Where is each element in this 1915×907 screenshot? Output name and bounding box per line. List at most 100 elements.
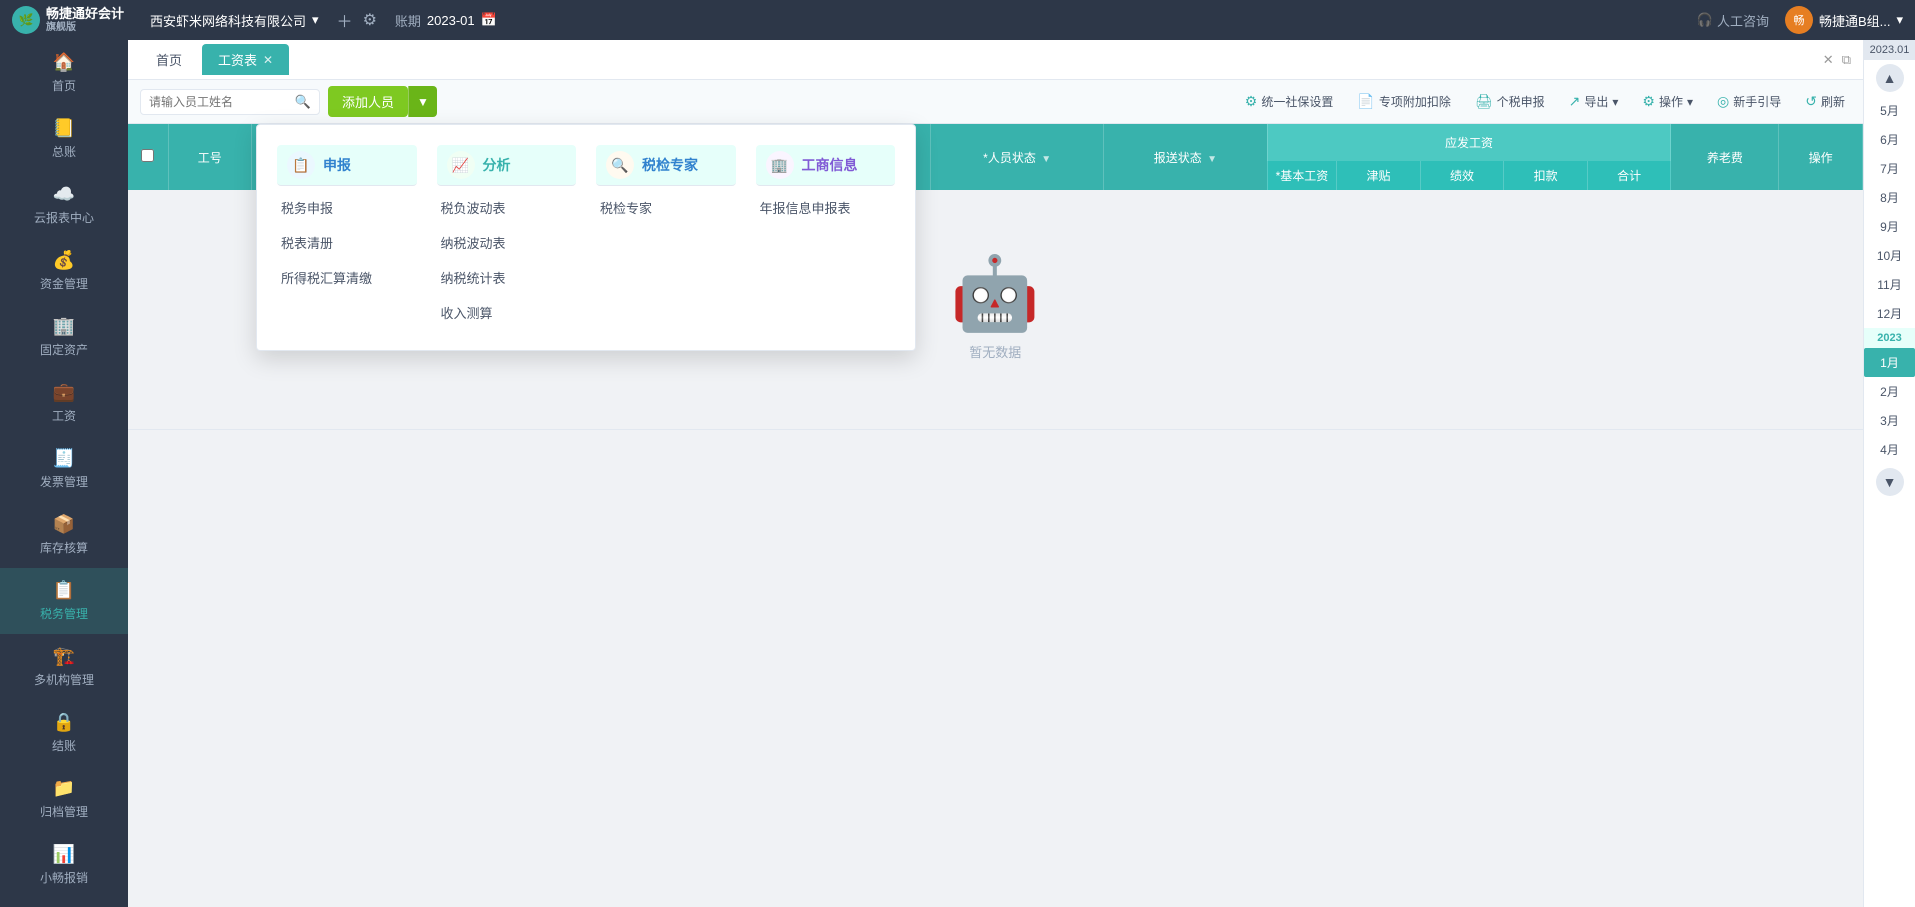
sidebar-item-home[interactable]: 🏠 首页 <box>0 40 128 106</box>
invoice-icon: 🧾 <box>53 448 75 469</box>
sidebar-item-settings[interactable]: ⚙️ 基础设置 <box>0 898 128 907</box>
empty-text: 暂无数据 <box>969 342 1021 361</box>
sidebar-item-multi-org[interactable]: 🏗️ 多机构管理 <box>0 634 128 700</box>
social-insurance-btn[interactable]: ⚙ 统一社保设置 <box>1239 89 1340 114</box>
sidebar-item-inventory[interactable]: 📦 库存核算 <box>0 502 128 568</box>
menu-item-tax-statistics[interactable]: 纳税统计表 <box>437 260 577 295</box>
cal-month-8[interactable]: 8月 <box>1864 183 1915 212</box>
home-icon: 🏠 <box>53 52 75 73</box>
calendar-prev-icon[interactable]: ▲ <box>1876 64 1904 92</box>
menu-item-tax-declaration[interactable]: 税务申报 <box>277 190 417 225</box>
select-all-checkbox[interactable] <box>141 149 154 162</box>
menu-item-tax-burden[interactable]: 税负波动表 <box>437 190 577 225</box>
cal-month-2[interactable]: 2月 <box>1864 377 1915 406</box>
cal-month-3[interactable]: 3月 <box>1864 406 1915 435</box>
cal-month-4[interactable]: 4月 <box>1864 435 1915 464</box>
toolbar: 🔍 添加人员 ▼ ⚙ 统一社保设置 📄 专项附加扣除 🖨 <box>128 80 1863 124</box>
cal-month-6[interactable]: 6月 <box>1864 125 1915 154</box>
search-input[interactable] <box>149 95 289 109</box>
col-deduction: 扣款 <box>1504 161 1588 190</box>
menu-item-tax-payment[interactable]: 纳税波动表 <box>437 225 577 260</box>
calendar-icon[interactable]: 📅 <box>481 12 497 28</box>
cal-month-1[interactable]: 1月 <box>1864 348 1915 377</box>
logo-area: 🌿 畅捷通好会计 旗舰版 <box>12 6 132 34</box>
guide-btn[interactable]: ◎ 新手引导 <box>1711 89 1787 114</box>
company-selector[interactable]: 西安虾米网络科技有限公司 ▾ <box>142 7 327 34</box>
calendar-next-icon[interactable]: ▼ <box>1876 468 1904 496</box>
tax-report-btn[interactable]: 🖨 个税申报 <box>1469 89 1551 114</box>
sidebar-item-archive[interactable]: 📁 归档管理 <box>0 766 128 832</box>
window-restore-icon[interactable]: ⧉ <box>1842 52 1851 68</box>
col-checkbox[interactable] <box>128 124 168 190</box>
search-icon: 🔍 <box>295 94 311 110</box>
cloud-icon: ☁️ <box>53 184 75 205</box>
menu-cat-header-declaration: 📋 申报 <box>277 145 417 186</box>
sidebar-item-close[interactable]: 🔒 结账 <box>0 700 128 766</box>
col-report-status[interactable]: 报送状态 ▼ <box>1104 124 1267 190</box>
cal-month-7[interactable]: 7月 <box>1864 154 1915 183</box>
special-deduct-btn[interactable]: 📄 专项附加扣除 <box>1351 89 1456 114</box>
tab-home-label: 首页 <box>156 50 182 69</box>
user-info[interactable]: 畅 畅捷通B组... ▾ <box>1785 6 1903 34</box>
right-panel: 2023.01 ▲ 5月 6月 7月 8月 9月 10月 11月 12月 202… <box>1863 40 1915 907</box>
report-filter-icon[interactable]: ▼ <box>1207 154 1217 165</box>
tab-salary[interactable]: 工资表 ✕ <box>202 44 289 75</box>
sidebar-label-multi-org: 多机构管理 <box>34 671 94 688</box>
menu-item-income-tax-calc[interactable]: 所得税汇算清缴 <box>277 260 417 295</box>
menu-item-tax-table[interactable]: 税表清册 <box>277 225 417 260</box>
cal-month-10[interactable]: 10月 <box>1864 241 1915 270</box>
sidebar-label-inventory: 库存核算 <box>40 539 88 556</box>
tab-close-icon[interactable]: ✕ <box>263 53 273 67</box>
menu-item-annual-report[interactable]: 年报信息申报表 <box>756 190 896 225</box>
sidebar-label-tax: 税务管理 <box>40 605 88 622</box>
refresh-label: 刷新 <box>1821 93 1845 110</box>
customer-service-btn[interactable]: 🎧 人工咨询 <box>1697 11 1769 30</box>
top-header: 🌿 畅捷通好会计 旗舰版 西安虾米网络科技有限公司 ▾ ＋ ⚙ 账期 2023-… <box>0 0 1915 40</box>
main-layout: 🏠 首页 📒 总账 ☁️ 云报表中心 💰 资金管理 🏢 固定资产 💼 工资 🧾 … <box>0 40 1915 907</box>
col-salary-group: 应发工资 <box>1267 124 1671 161</box>
status-filter-icon[interactable]: ▼ <box>1041 154 1051 165</box>
sidebar-label-fund: 资金管理 <box>40 275 88 292</box>
special-deduct-label: 专项附加扣除 <box>1379 93 1451 110</box>
guide-btn-label: 新手引导 <box>1733 93 1781 110</box>
sidebar-item-tax[interactable]: 📋 税务管理 <box>0 568 128 634</box>
sidebar-item-xiaochang[interactable]: 📊 小畅报销 <box>0 832 128 898</box>
add-person-dropdown-btn[interactable]: ▼ <box>408 86 437 117</box>
window-close-icon[interactable]: ✕ <box>1823 52 1834 68</box>
sidebar-label-salary: 工资 <box>52 407 76 424</box>
operations-btn[interactable]: ⚙ 操作 ▾ <box>1636 89 1699 114</box>
social-insurance-label: 统一社保设置 <box>1261 93 1333 110</box>
menu-category-analysis: 📈 分析 税负波动表 纳税波动表 纳税统计表 收入测算 <box>437 145 577 330</box>
logo-icon: 🌿 <box>12 6 40 34</box>
export-btn[interactable]: ↗ 导出 ▾ <box>1563 89 1625 114</box>
tab-home[interactable]: 首页 <box>140 44 198 75</box>
menu-item-tax-expert[interactable]: 税检专家 <box>596 190 736 225</box>
cal-month-9[interactable]: 9月 <box>1864 212 1915 241</box>
menu-item-income-calc[interactable]: 收入测算 <box>437 295 577 330</box>
refresh-btn[interactable]: ↺ 刷新 <box>1799 89 1851 114</box>
cal-month-12[interactable]: 12月 <box>1864 299 1915 328</box>
menu-category-business: 🏢 工商信息 年报信息申报表 <box>756 145 896 330</box>
sidebar-item-cloud-report[interactable]: ☁️ 云报表中心 <box>0 172 128 238</box>
close-period-icon: 🔒 <box>53 712 75 733</box>
user-avatar: 畅 <box>1785 6 1813 34</box>
settings-icon[interactable]: ⚙ <box>363 10 377 30</box>
sidebar-label-ledger: 总账 <box>52 143 76 160</box>
operations-label: 操作 <box>1659 93 1683 110</box>
sidebar-item-fund[interactable]: 💰 资金管理 <box>0 238 128 304</box>
sidebar-item-fixed-assets[interactable]: 🏢 固定资产 <box>0 304 128 370</box>
guide-btn-icon: ◎ <box>1717 93 1729 110</box>
right-panel-header: 2023.01 <box>1864 40 1915 60</box>
salary-icon: 💼 <box>53 382 75 403</box>
add-person-button[interactable]: 添加人员 <box>328 86 408 117</box>
add-company-icon[interactable]: ＋ <box>337 8 353 32</box>
col-total: 合计 <box>1587 161 1671 190</box>
add-person-group: 添加人员 ▼ <box>328 86 437 117</box>
sidebar-item-invoice[interactable]: 🧾 发票管理 <box>0 436 128 502</box>
sidebar-item-salary[interactable]: 💼 工资 <box>0 370 128 436</box>
col-status[interactable]: *人员状态 ▼ <box>931 124 1104 190</box>
tax-report-label: 个税申报 <box>1497 93 1545 110</box>
sidebar-item-ledger[interactable]: 📒 总账 <box>0 106 128 172</box>
cal-month-5[interactable]: 5月 <box>1864 96 1915 125</box>
cal-month-11[interactable]: 11月 <box>1864 270 1915 299</box>
